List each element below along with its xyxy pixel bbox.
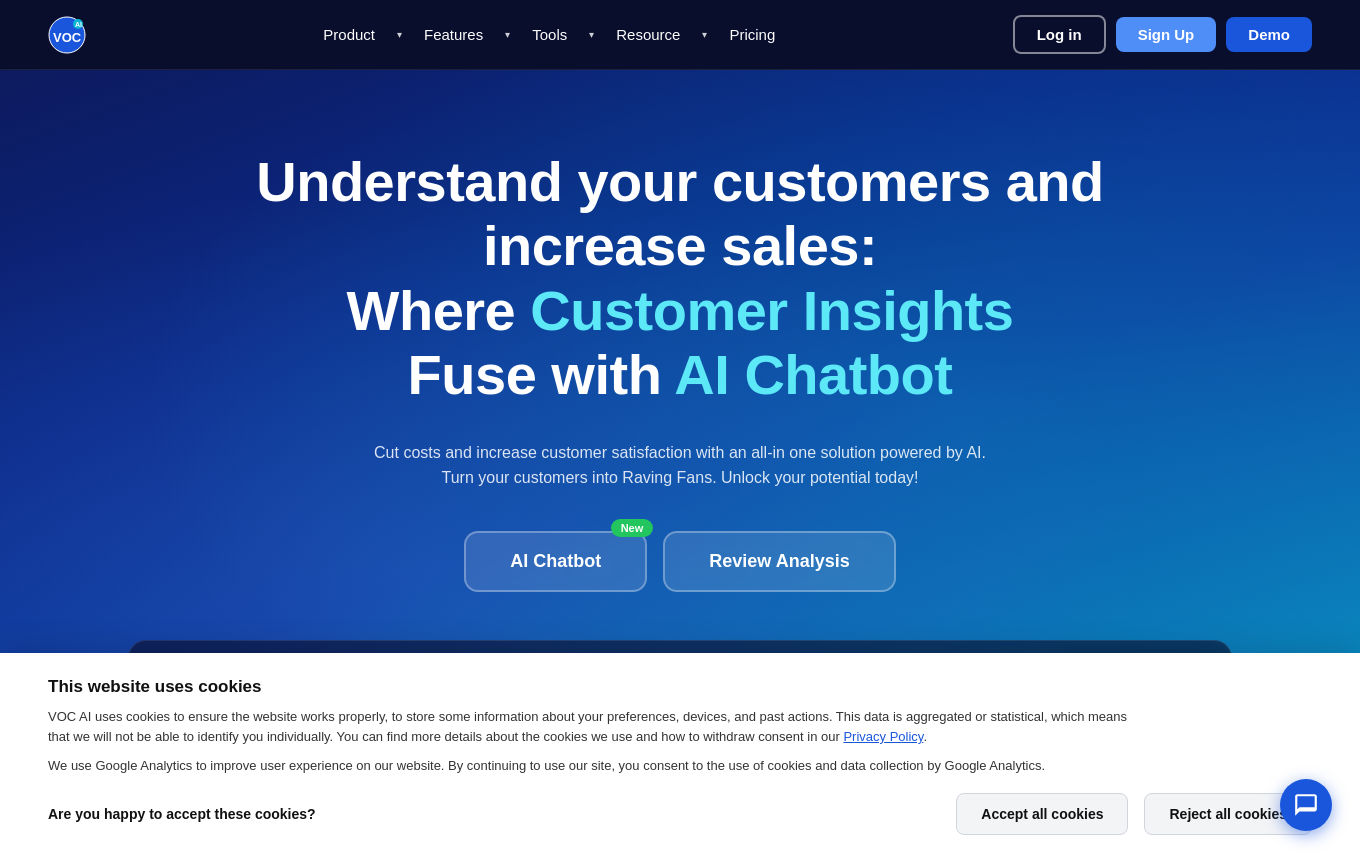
- product-chevron-icon: ▾: [397, 29, 402, 40]
- cookie-actions-row: Are you happy to accept these cookies? A…: [48, 793, 1312, 835]
- review-analysis-button[interactable]: Review Analysis: [663, 531, 895, 592]
- svg-text:VOC: VOC: [53, 30, 82, 45]
- privacy-policy-link[interactable]: Privacy Policy: [843, 729, 923, 744]
- features-chevron-icon: ▾: [505, 29, 510, 40]
- accept-cookies-button[interactable]: Accept all cookies: [956, 793, 1128, 835]
- nav-features[interactable]: Features: [410, 18, 497, 51]
- ai-chatbot-button-label: AI Chatbot: [510, 551, 601, 571]
- nav-actions: Log in Sign Up Demo: [1013, 15, 1312, 54]
- nav-resource[interactable]: Resource: [602, 18, 694, 51]
- chat-icon: [1293, 792, 1319, 818]
- demo-button[interactable]: Demo: [1226, 17, 1312, 52]
- hero-subtitle-line1: Cut costs and increase customer satisfac…: [374, 444, 986, 461]
- nav-links: Product ▾ Features ▾ Tools ▾ Resource ▾ Pric…: [309, 18, 789, 51]
- signup-button[interactable]: Sign Up: [1116, 17, 1217, 52]
- hero-title-line1: Understand your customers and increase s…: [256, 150, 1103, 277]
- hero-subtitle: Cut costs and increase customer satisfac…: [320, 440, 1040, 491]
- cookie-body-end: .: [923, 729, 927, 744]
- cookie-body-text: VOC AI uses cookies to ensure the websit…: [48, 709, 1127, 745]
- nav-product[interactable]: Product: [309, 18, 389, 51]
- voc-ai-logo-icon: VOC AI: [48, 16, 86, 54]
- chat-widget-button[interactable]: [1280, 779, 1332, 831]
- navigation: VOC AI Product ▾ Features ▾ Tools ▾ Resourc…: [0, 0, 1360, 70]
- hero-title-line3-plain: Fuse with: [408, 343, 675, 406]
- cookie-title: This website uses cookies: [48, 677, 1312, 697]
- new-badge: New: [611, 519, 654, 537]
- hero-subtitle-line2: Turn your customers into Raving Fans. Un…: [442, 469, 919, 486]
- cookie-body: VOC AI uses cookies to ensure the websit…: [48, 707, 1148, 749]
- tools-chevron-icon: ▾: [589, 29, 594, 40]
- login-button[interactable]: Log in: [1013, 15, 1106, 54]
- hero-title-line2-plain: Where: [347, 279, 531, 342]
- nav-pricing[interactable]: Pricing: [715, 18, 789, 51]
- hero-title: Understand your customers and increase s…: [230, 150, 1130, 408]
- ai-chatbot-button[interactable]: New AI Chatbot: [464, 531, 647, 592]
- cookie-question: Are you happy to accept these cookies?: [48, 806, 940, 822]
- nav-tools[interactable]: Tools: [518, 18, 581, 51]
- svg-text:AI: AI: [75, 21, 82, 28]
- cookie-analytics: We use Google Analytics to improve user …: [48, 756, 1148, 777]
- cookie-banner: This website uses cookies VOC AI uses co…: [0, 653, 1360, 859]
- hero-title-customer-insights: Customer Insights: [530, 279, 1013, 342]
- logo[interactable]: VOC AI: [48, 16, 86, 54]
- hero-title-ai-chatbot: AI Chatbot: [674, 343, 952, 406]
- resource-chevron-icon: ▾: [702, 29, 707, 40]
- hero-buttons: New AI Chatbot Review Analysis: [48, 531, 1312, 592]
